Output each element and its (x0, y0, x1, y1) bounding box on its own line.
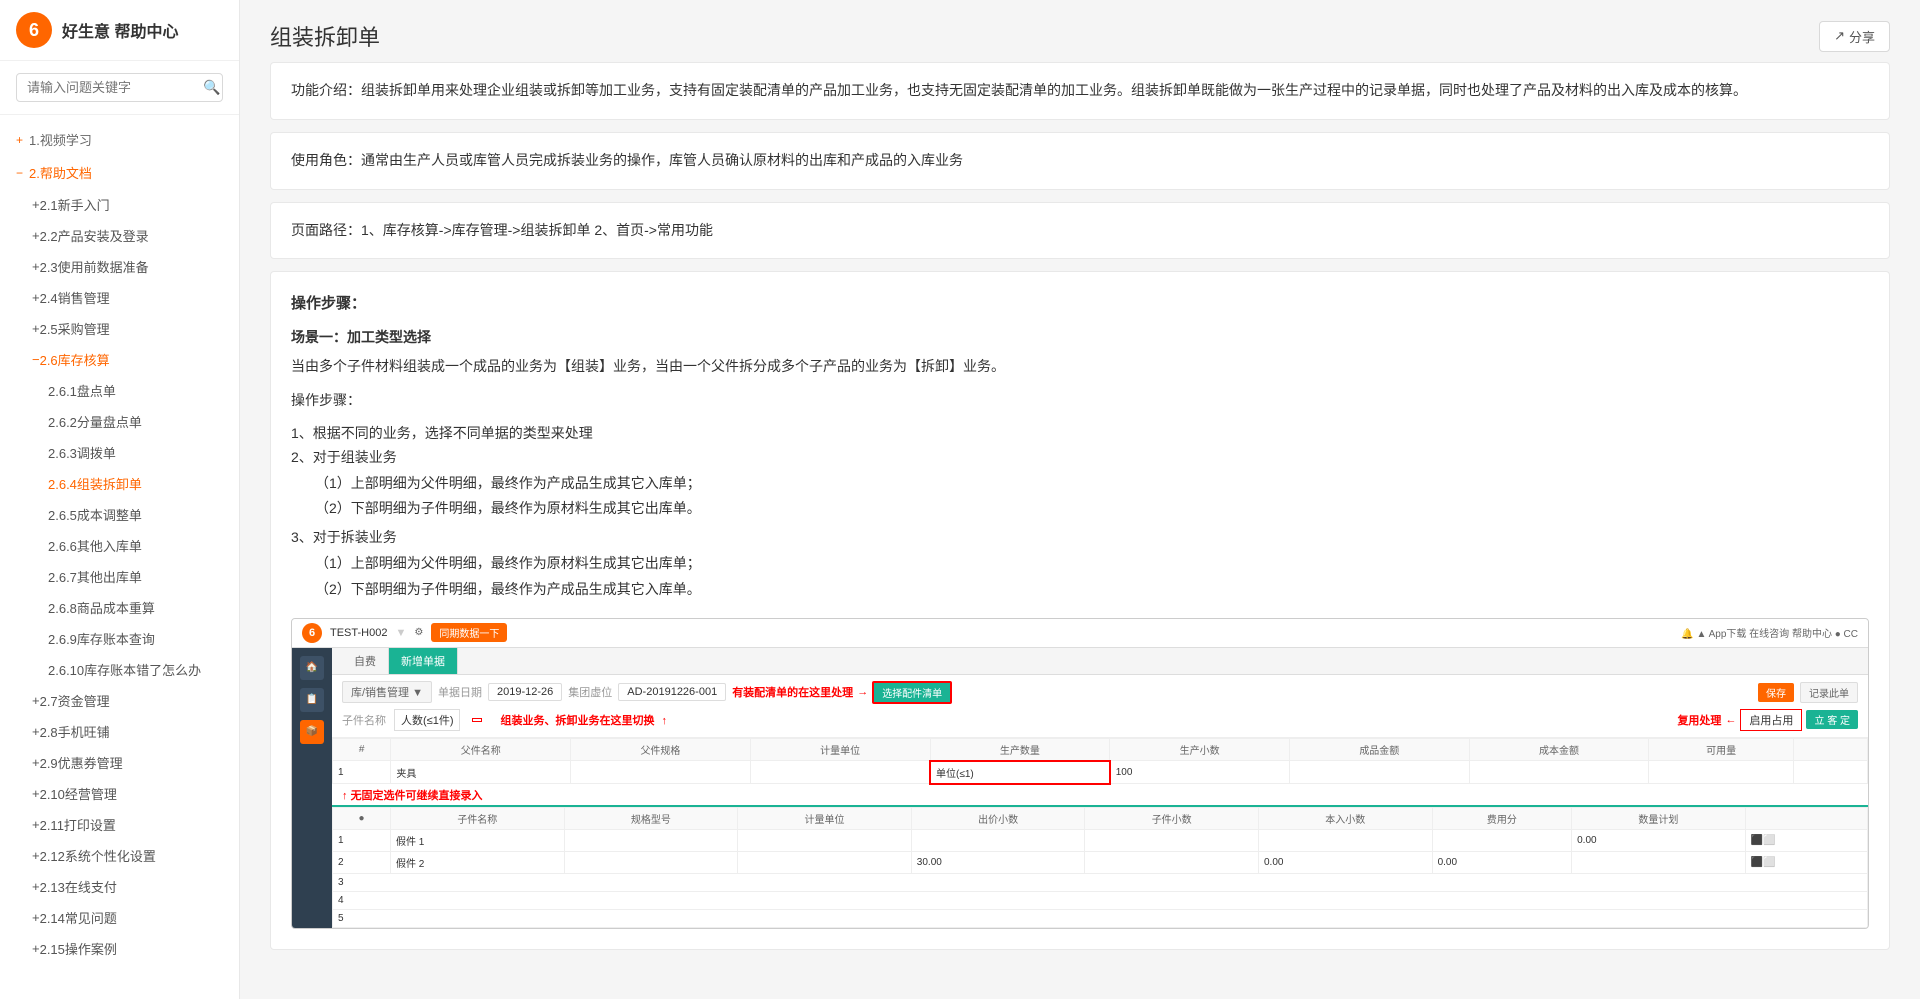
sim-lower-table: ● 子件名称 规格型号 计量单位 出价小数 子件小数 本入小数 费用分 数量计划 (332, 805, 1868, 928)
sidebar-item-267[interactable]: 2.6.7其他出库单 (0, 561, 239, 592)
sidebar-item-264[interactable]: 2.6.4组装拆卸单 (0, 468, 239, 499)
scene-desc: 当由多个子件材料组装成一个成品的业务为【组装】业务，当由一个父件拆分成多个子产品… (291, 355, 1869, 379)
sidebar-item-video[interactable]: + 1.视频学习 (0, 123, 239, 156)
sidebar-item-210[interactable]: + 2.10经营管理 (0, 778, 239, 809)
content-header: 组装拆卸单 ↗ 分享 (240, 0, 1920, 62)
annotation-2: ↑ 无固定选件可继续直接录入 (332, 785, 1868, 805)
sidebar-item-212[interactable]: + 2.12系统个性化设置 (0, 840, 239, 871)
sidebar-item-262[interactable]: 2.6.2分量盘点单 (0, 406, 239, 437)
sidebar-item-265[interactable]: 2.6.5成本调整单 (0, 499, 239, 530)
sim-top-bar: 6 TEST-H002 ▼ ⚙ 同期数据一下 🔔 ▲ App下载 在线咨询 帮助… (292, 619, 1868, 648)
sidebar-item-21[interactable]: + 2.1新手入门 (0, 189, 239, 220)
sim-app-body: 🏠 📋 📦 自费 新增单据 库/销售管理 ▼ (292, 648, 1868, 928)
sidebar-header: 6 好生意 帮助中心 (0, 0, 239, 61)
sidebar-item-211[interactable]: + 2.11打印设置 (0, 809, 239, 840)
sidebar-item-28[interactable]: + 2.8手机旺铺 (0, 716, 239, 747)
sidebar-item-215[interactable]: + 2.15操作案例 (0, 933, 239, 964)
share-icon: ↗ (1834, 28, 1845, 44)
sidebar-item-23[interactable]: + 2.3使用前数据准备 (0, 251, 239, 282)
nav-tree: + 1.视频学习 − 2.帮助文档 + 2.1新手入门 + 2.2产品安装及登录… (0, 115, 239, 999)
sidebar: 6 好生意 帮助中心 🔍 + 1.视频学习 − 2.帮助文档 + 2.1新手入门… (0, 0, 240, 999)
share-button[interactable]: ↗ 分享 (1819, 21, 1890, 52)
sidebar-item-27[interactable]: + 2.7资金管理 (0, 685, 239, 716)
step2-sub2: （2）下部明细为子件明细，最终作为原材料生成其它出库单。 (291, 496, 1869, 521)
content-body: 功能介绍：组装拆卸单用来处理企业组装或拆卸等加工业务，支持有固定装配清单的产品加… (240, 62, 1920, 999)
sim-main-area: 自费 新增单据 库/销售管理 ▼ 单据日期 2019-12-26 集团虚位 AD… (332, 648, 1868, 928)
step3-sub2: （2）下部明细为子件明细，最终作为产成品生成其它入库单。 (291, 577, 1869, 602)
search-wrap: 🔍 (16, 73, 223, 102)
path-text: 页面路径：1、库存核算->库存管理->组装拆卸单 2、首页->常用功能 (291, 222, 713, 238)
sim-tabs: 自费 新增单据 (332, 648, 1868, 675)
sidebar-item-24[interactable]: + 2.4销售管理 (0, 282, 239, 313)
sidebar-item-268[interactable]: 2.6.8商品成本重算 (0, 592, 239, 623)
sim-form-area: 库/销售管理 ▼ 单据日期 2019-12-26 集团虚位 AD-2019122… (332, 675, 1868, 738)
step2: 2、对于组装业务 (291, 447, 1869, 467)
sim-topbar-btn: 同期数据一下 (431, 623, 507, 642)
role-text: 使用角色：通常由生产人员或库管人员完成拆装业务的操作，库管人员确认原材料的出库和… (291, 152, 963, 168)
sidebar-item-22[interactable]: + 2.2产品安装及登录 (0, 220, 239, 251)
scene-title: 场景一：加工类型选择 (291, 327, 1869, 347)
step1: 1、根据不同的业务，选择不同单据的类型来处理 (291, 423, 1869, 443)
search-input[interactable] (27, 80, 203, 95)
sidebar-item-269[interactable]: 2.6.9库存账本查询 (0, 623, 239, 654)
intro-section: 功能介绍：组装拆卸单用来处理企业组装或拆卸等加工业务，支持有固定装配清单的产品加… (270, 62, 1890, 120)
search-box: 🔍 (0, 61, 239, 115)
page-title: 组装拆卸单 (270, 20, 380, 52)
sidebar-item-263[interactable]: 2.6.3调拨单 (0, 437, 239, 468)
sidebar-item-261[interactable]: 2.6.1盘点单 (0, 375, 239, 406)
sidebar-item-266[interactable]: 2.6.6其他入库单 (0, 530, 239, 561)
main-content: 组装拆卸单 ↗ 分享 功能介绍：组装拆卸单用来处理企业组装或拆卸等加工业务，支持… (240, 0, 1920, 999)
step3-sub1: （1）上部明细为父件明细，最终作为原材料生成其它出库单； (291, 551, 1869, 576)
sidebar-item-docs[interactable]: − 2.帮助文档 (0, 156, 239, 189)
sidebar-item-26[interactable]: − 2.6库存核算 (0, 344, 239, 375)
intro-text: 功能介绍：组装拆卸单用来处理企业组装或拆卸等加工业务，支持有固定装配清单的产品加… (291, 82, 1747, 98)
sim-upper-table: # 父件名称 父件规格 计量单位 生产数量 生产小数 成品金额 成本金额 可用量 (332, 738, 1868, 785)
app-title: 好生意 帮助中心 (62, 18, 178, 42)
search-button[interactable]: 🔍 (203, 79, 220, 96)
ops-steps-label: 操作步骤： (291, 389, 1869, 413)
logo-icon: 6 (16, 12, 52, 48)
sidebar-item-213[interactable]: + 2.13在线支付 (0, 871, 239, 902)
sim-left-nav: 🏠 📋 📦 (292, 648, 332, 928)
screenshot-container: 6 TEST-H002 ▼ ⚙ 同期数据一下 🔔 ▲ App下载 在线咨询 帮助… (291, 618, 1869, 929)
sidebar-item-2610[interactable]: 2.6.10库存账本错了怎么办 (0, 654, 239, 685)
sidebar-item-214[interactable]: + 2.14常见问题 (0, 902, 239, 933)
step2-sub1: （1）上部明细为父件明细，最终作为产成品生成其它入库单； (291, 471, 1869, 496)
ops-title: 操作步骤： (291, 292, 1869, 313)
ops-section: 操作步骤： 场景一：加工类型选择 当由多个子件材料组装成一个成品的业务为【组装】… (270, 271, 1890, 949)
role-section: 使用角色：通常由生产人员或库管人员完成拆装业务的操作，库管人员确认原材料的出库和… (270, 132, 1890, 190)
sidebar-item-29[interactable]: + 2.9优惠券管理 (0, 747, 239, 778)
sidebar-item-25[interactable]: + 2.5采购管理 (0, 313, 239, 344)
path-section: 页面路径：1、库存核算->库存管理->组装拆卸单 2、首页->常用功能 (270, 202, 1890, 260)
step3: 3、对于拆装业务 (291, 527, 1869, 547)
